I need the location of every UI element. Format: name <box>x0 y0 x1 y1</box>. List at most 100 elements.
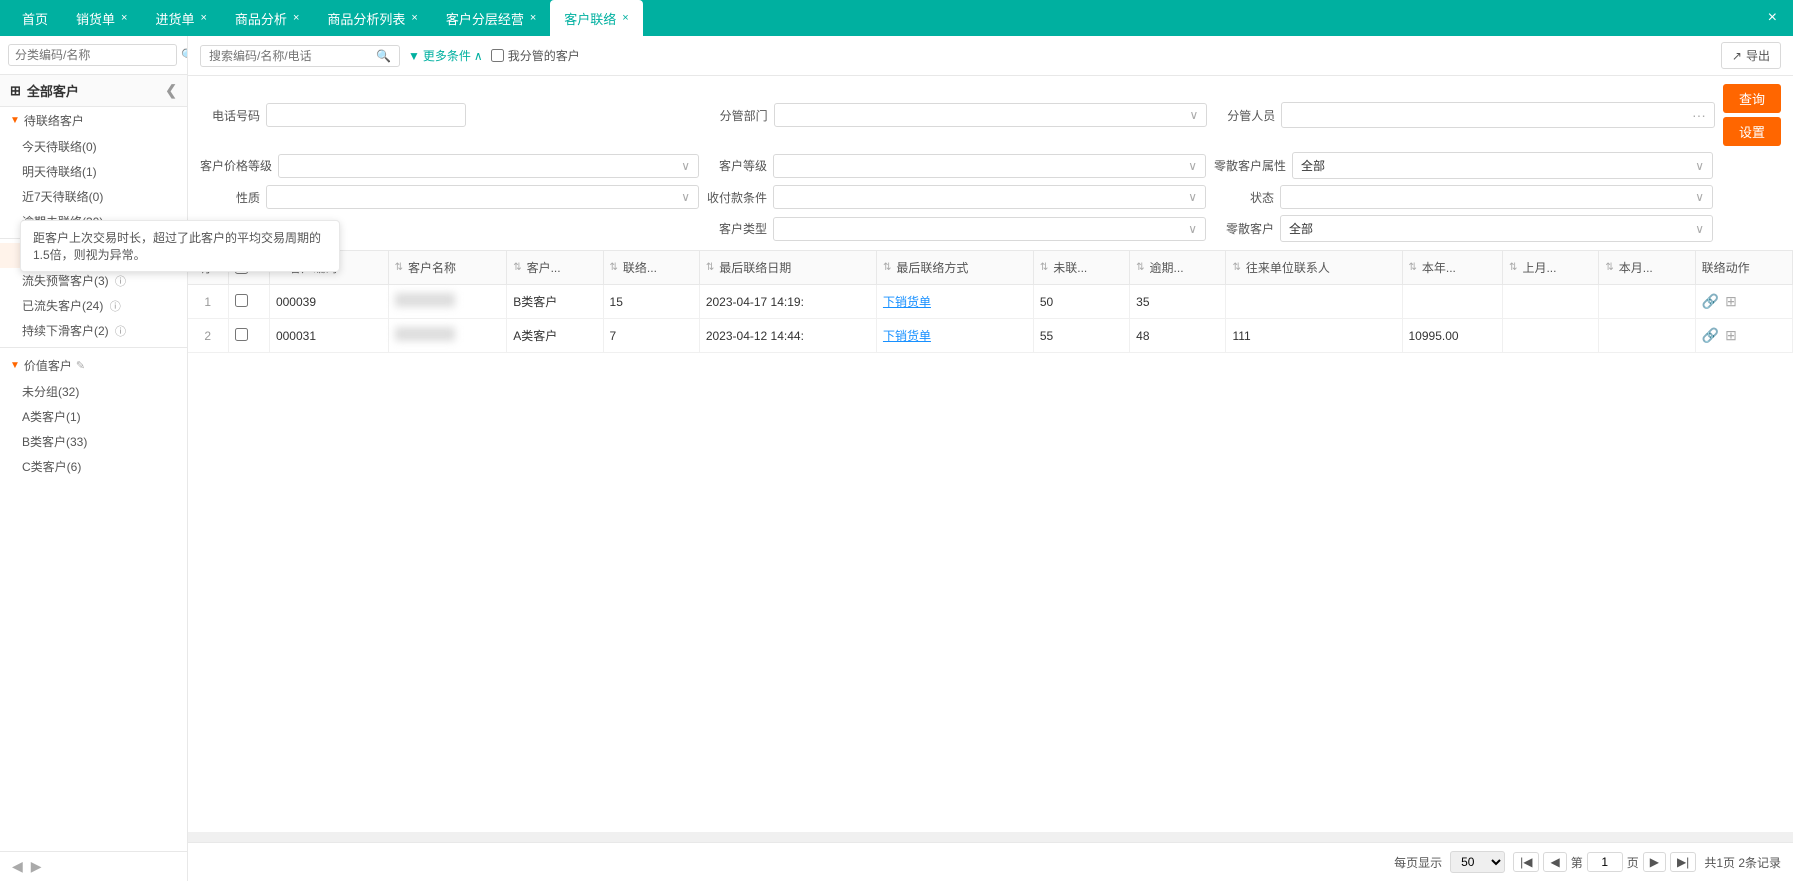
filter-price-grade-select[interactable]: ∨ <box>278 154 699 178</box>
nav-sales-label: 销货单 <box>76 9 115 28</box>
toolbar-search-icon[interactable]: 🔍 <box>376 49 391 63</box>
sort-icon-this-year[interactable]: ⇅ <box>1409 262 1417 273</box>
sidebar-search-input[interactable] <box>8 44 177 66</box>
grid-icon-1[interactable]: ⊞ <box>1725 293 1737 310</box>
grid-icon-2[interactable]: ⊞ <box>1725 327 1737 344</box>
nav-sales[interactable]: 销货单 × <box>62 0 141 36</box>
nav-purchase-close[interactable]: × <box>200 12 206 24</box>
sort-icon-last-month[interactable]: ⇅ <box>1509 262 1517 273</box>
toolbar-search-input[interactable] <box>209 49 372 63</box>
prev-page-btn[interactable]: ◀ <box>1543 852 1566 872</box>
link-icon-1[interactable]: 🔗 <box>1702 293 1719 310</box>
nav-product-list-close[interactable]: × <box>411 12 417 24</box>
sidebar-item-churned[interactable]: 已流失客户(24) ⓘ <box>0 293 187 318</box>
filter-person-select[interactable]: ··· <box>1281 102 1715 128</box>
filter-phone-input[interactable] <box>266 103 466 127</box>
horizontal-scrollbar[interactable] <box>188 832 1793 842</box>
nav-customer-contact-close[interactable]: × <box>622 12 628 24</box>
sidebar-group-waiting-label: 待联络客户 <box>24 112 84 129</box>
td-type-2: A类客户 <box>507 319 603 353</box>
filter-retail-customer-select[interactable]: 全部 ∨ <box>1280 215 1713 242</box>
last-page-btn[interactable]: ▶| <box>1670 852 1696 872</box>
person-dots[interactable]: ··· <box>1692 107 1706 123</box>
my-customers-checkbox[interactable] <box>491 49 504 62</box>
sidebar-item-ungrouped[interactable]: 未分组(32) <box>0 379 187 404</box>
table-header-row: 序 ⇅ 客户编码 <box>188 251 1793 285</box>
sidebar-item-today[interactable]: 今天待联络(0) <box>0 134 187 159</box>
sort-icon-name[interactable]: ⇅ <box>395 262 403 273</box>
nav-product-analysis[interactable]: 商品分析 × <box>221 0 313 36</box>
edit-icon[interactable]: ✎ <box>76 359 85 372</box>
sidebar-item-c-class[interactable]: C类客户(6) <box>0 454 187 479</box>
next-page-btn[interactable]: ▶ <box>1643 852 1666 872</box>
sidebar-prev-btn[interactable]: ◀ <box>8 856 27 877</box>
sort-icon-company-contact[interactable]: ⇅ <box>1232 262 1240 273</box>
filter-price-grade-label: 客户价格等级 <box>200 157 272 174</box>
sort-icon-last-date[interactable]: ⇅ <box>706 262 714 273</box>
page-input[interactable] <box>1587 852 1623 872</box>
nav-sales-close[interactable]: × <box>121 12 127 24</box>
filter-customer-grade-label: 客户等级 <box>707 157 767 174</box>
link-icon-2[interactable]: 🔗 <box>1702 327 1719 344</box>
nav-home[interactable]: 首页 <box>8 0 62 36</box>
filter-retail-attr-select[interactable]: 全部 ∨ <box>1292 152 1713 179</box>
sort-icon-this-month[interactable]: ⇅ <box>1605 262 1613 273</box>
sort-icon-contact-count[interactable]: ⇅ <box>610 262 618 273</box>
sidebar-group-value[interactable]: ▼ 价值客户 ✎ <box>0 352 187 379</box>
sort-icon-type[interactable]: ⇅ <box>513 262 521 273</box>
sidebar-item-a-class[interactable]: A类客户(1) <box>0 404 187 429</box>
sidebar-search-icon[interactable]: 🔍 <box>181 48 188 62</box>
export-button[interactable]: ↗ 导出 <box>1721 42 1781 69</box>
filter-nature-select[interactable]: ∨ <box>266 185 699 209</box>
td-unlinked-1: 50 <box>1033 285 1129 319</box>
per-page-select[interactable]: 50 20 100 <box>1450 851 1505 873</box>
sort-icon-overdue[interactable]: ⇅ <box>1136 262 1144 273</box>
th-company-contact: ⇅ 往来单位联系人 <box>1226 251 1402 285</box>
action-icons-1: 🔗 ⊞ <box>1702 293 1786 310</box>
sidebar-item-declining[interactable]: 持续下滑客户(2) ⓘ <box>0 318 187 343</box>
filter-payment-select[interactable]: ∨ <box>773 185 1206 209</box>
retail-attr-down-arrow: ∨ <box>1695 159 1704 173</box>
row2-checkbox[interactable] <box>235 328 248 341</box>
nav-product-list[interactable]: 商品分析列表 × <box>313 0 431 36</box>
filter-row-1: 电话号码 分管部门 ∨ 分管人员 ··· <box>200 84 1781 146</box>
th-last-method: ⇅ 最后联络方式 <box>876 251 1033 285</box>
payment-down-arrow: ∨ <box>1188 190 1197 204</box>
sidebar: 🔍 ⊞ 全部客户 ❮ ▼ 待联络客户 今天待联络(0) 明天待联络(1) 近7天… <box>0 36 188 881</box>
sidebar-next-btn[interactable]: ▶ <box>27 856 46 877</box>
query-button[interactable]: 查询 <box>1723 84 1781 113</box>
filter-customer-type-select[interactable]: ∨ <box>773 217 1206 241</box>
sidebar-item-tomorrow[interactable]: 明天待联络(1) <box>0 159 187 184</box>
filter-dept-select[interactable]: ∨ <box>774 103 1208 127</box>
dept-down-arrow: ∨ <box>1190 108 1199 122</box>
td-method-1[interactable]: 下销货单 <box>876 285 1033 319</box>
td-this-month-1 <box>1599 285 1695 319</box>
nav-customer-layering-close[interactable]: × <box>530 12 536 24</box>
sidebar-item-7days[interactable]: 近7天待联络(0) <box>0 184 187 209</box>
sort-icon-last-method[interactable]: ⇅ <box>883 262 891 273</box>
set-button[interactable]: 设置 <box>1723 117 1781 146</box>
sidebar-item-b-class[interactable]: B类客户(33) <box>0 429 187 454</box>
th-unlinked: ⇅ 未联... <box>1033 251 1129 285</box>
nav-product-analysis-close[interactable]: × <box>293 12 299 24</box>
nav-purchase[interactable]: 进货单 × <box>141 0 220 36</box>
more-conditions-btn[interactable]: ▼ 更多条件 ∧ <box>408 47 483 64</box>
td-method-2[interactable]: 下销货单 <box>876 319 1033 353</box>
row1-checkbox[interactable] <box>235 294 248 307</box>
sidebar-group-waiting[interactable]: ▼ 待联络客户 <box>0 107 187 134</box>
first-page-btn[interactable]: |◀ <box>1513 852 1539 872</box>
nav-customer-layering[interactable]: 客户分层经营 × <box>432 0 550 36</box>
nav-customer-contact[interactable]: 客户联络 × <box>550 0 642 36</box>
filter-customer-grade-select[interactable]: ∨ <box>773 154 1206 178</box>
td-unlinked-2: 55 <box>1033 319 1129 353</box>
customer-name-blurred-2 <box>395 327 455 341</box>
th-last-date-label: 最后联络日期 <box>719 259 791 276</box>
window-close-button[interactable]: × <box>1760 9 1785 27</box>
sidebar-collapse-btn[interactable]: ❮ <box>165 82 177 99</box>
filter-panel: 电话号码 分管部门 ∨ 分管人员 ··· <box>188 76 1793 251</box>
sort-icon-unlinked[interactable]: ⇅ <box>1040 262 1048 273</box>
filter-status-select[interactable]: ∨ <box>1280 185 1713 209</box>
main-layout: 🔍 ⊞ 全部客户 ❮ ▼ 待联络客户 今天待联络(0) 明天待联络(1) 近7天… <box>0 36 1793 881</box>
more-conditions-label: 更多条件 <box>423 47 471 64</box>
th-last-month-label: 上月... <box>1522 259 1556 276</box>
